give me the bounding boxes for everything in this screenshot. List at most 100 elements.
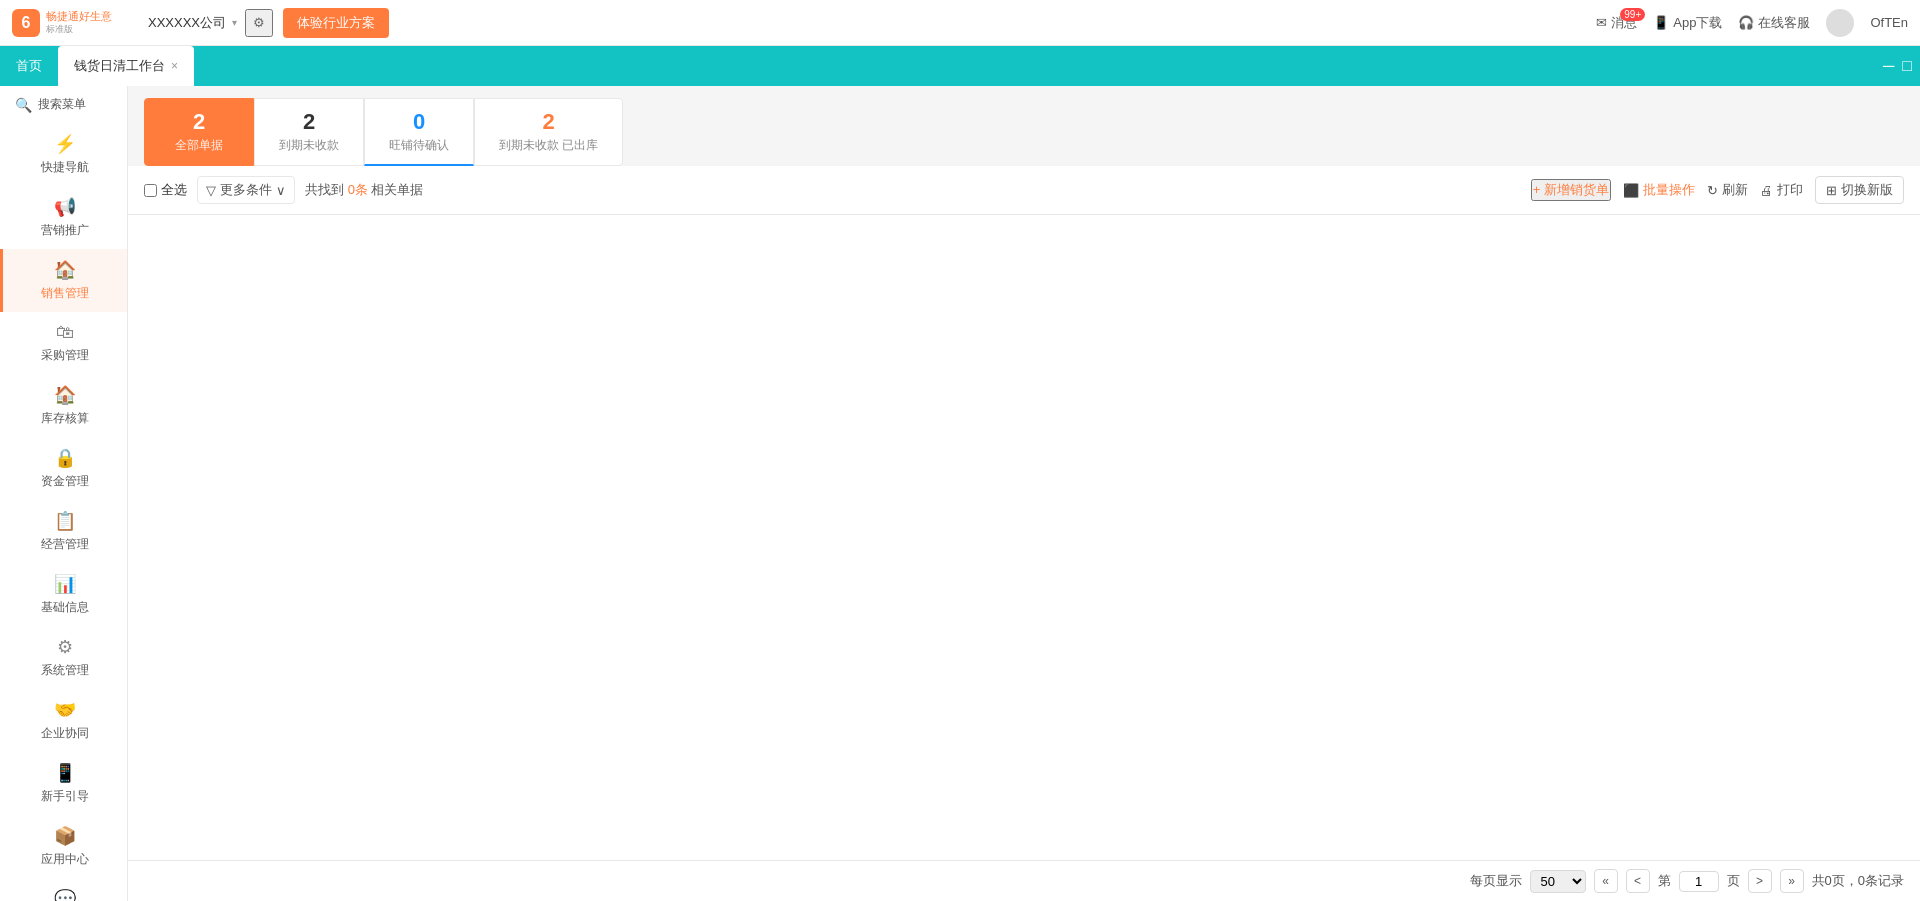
company-selector[interactable]: XXXXXX公司 ▾ bbox=[148, 14, 237, 32]
sidebar-item-sales-label: 销售管理 bbox=[41, 285, 89, 302]
total-label: 共0页，0条记录 bbox=[1812, 872, 1904, 890]
app-center-icon: 📦 bbox=[54, 825, 76, 847]
table-area bbox=[128, 215, 1920, 860]
minimize-icon[interactable]: ─ bbox=[1883, 57, 1894, 75]
home-tab-label: 首页 bbox=[16, 57, 42, 75]
maximize-icon[interactable]: □ bbox=[1902, 57, 1912, 75]
print-button[interactable]: 🖨 打印 bbox=[1760, 181, 1803, 199]
sidebar-item-sales[interactable]: 🏠 销售管理 bbox=[0, 249, 127, 312]
found-count: 0条 bbox=[348, 182, 368, 197]
nav-tabs-right: ─ □ bbox=[1883, 57, 1920, 75]
sidebar-item-beginner-label: 新手引导 bbox=[41, 788, 89, 805]
stat-label-wangpu: 旺铺待确认 bbox=[389, 137, 449, 154]
sales-icon: 🏠 bbox=[54, 259, 76, 281]
beginner-icon: 📱 bbox=[54, 762, 76, 784]
sidebar-item-inventory-label: 库存核算 bbox=[41, 410, 89, 427]
main-layout: 🔍 搜索菜单 ⚡ 快捷导航 📢 营销推广 🏠 销售管理 🛍 采购管理 🏠 库存核… bbox=[0, 86, 1920, 901]
sidebar-search[interactable]: 🔍 搜索菜单 bbox=[0, 86, 127, 123]
avatar[interactable] bbox=[1826, 9, 1854, 37]
batch-operation-button[interactable]: ⬛ 批量操作 bbox=[1623, 181, 1695, 199]
online-service-button[interactable]: 🎧 在线客服 bbox=[1738, 14, 1810, 32]
switch-version-button[interactable]: ⊞ 切换新版 bbox=[1815, 176, 1904, 204]
sidebar-item-system[interactable]: ⚙ 系统管理 bbox=[0, 626, 127, 689]
logo-icon: 6 bbox=[12, 9, 40, 37]
found-suffix: 相关单据 bbox=[371, 182, 423, 197]
print-label: 打印 bbox=[1777, 181, 1803, 199]
sidebar-item-beginner[interactable]: 📱 新手引导 bbox=[0, 752, 127, 815]
tab-daily-work[interactable]: 钱货日清工作台 × bbox=[58, 46, 194, 86]
system-icon: ⚙ bbox=[57, 636, 73, 658]
stat-num-overdue: 2 bbox=[279, 109, 339, 135]
chevron-down-icon: ▾ bbox=[232, 17, 237, 28]
tab-home[interactable]: 首页 bbox=[0, 46, 58, 86]
logo-text-area: 畅捷通好生意 标准版 bbox=[46, 9, 112, 36]
filter-chevron: ∨ bbox=[276, 183, 286, 198]
header-right: ✉ 消息 99+ 📱 App下载 🎧 在线客服 OfTEn bbox=[1596, 9, 1908, 37]
marketing-icon: 📢 bbox=[54, 196, 76, 218]
stat-tab-wangpu[interactable]: 0 旺铺待确认 bbox=[364, 98, 474, 166]
found-prefix: 共找到 bbox=[305, 182, 344, 197]
last-page-button[interactable]: » bbox=[1780, 869, 1804, 893]
batch-icon: ⬛ bbox=[1623, 183, 1639, 198]
gear-icon: ⚙ bbox=[253, 15, 265, 30]
first-page-button[interactable]: « bbox=[1594, 869, 1618, 893]
app-download-button[interactable]: 📱 App下载 bbox=[1653, 14, 1722, 32]
stat-label-all: 全部单据 bbox=[169, 137, 229, 154]
sidebar-item-marketing-label: 营销推广 bbox=[41, 222, 89, 239]
add-sale-button[interactable]: + 新增销货单 bbox=[1531, 179, 1611, 201]
inventory-icon: 🏠 bbox=[54, 384, 76, 406]
sidebar-item-purchase[interactable]: 🛍 采购管理 bbox=[0, 312, 127, 374]
filter-button[interactable]: ▽ 更多条件 ∨ bbox=[197, 176, 295, 204]
sidebar-item-operations[interactable]: 📋 经营管理 bbox=[0, 500, 127, 563]
stat-tab-all[interactable]: 2 全部单据 bbox=[144, 98, 254, 166]
trial-button[interactable]: 体验行业方案 bbox=[283, 8, 389, 38]
sidebar-item-quick-nav[interactable]: ⚡ 快捷导航 bbox=[0, 123, 127, 186]
sidebar-item-quick-nav-label: 快捷导航 bbox=[41, 159, 89, 176]
close-tab-icon[interactable]: × bbox=[171, 59, 178, 73]
toolbar-right: + 新增销货单 ⬛ 批量操作 ↻ 刷新 🖨 打印 ⊞ 切换新版 bbox=[1531, 176, 1904, 204]
sidebar-item-finance[interactable]: 🔒 资金管理 bbox=[0, 437, 127, 500]
select-all-input[interactable] bbox=[144, 184, 157, 197]
next-page-button[interactable]: > bbox=[1748, 869, 1772, 893]
operations-icon: 📋 bbox=[54, 510, 76, 532]
page-suffix: 页 bbox=[1727, 872, 1740, 890]
page-number-input[interactable] bbox=[1679, 871, 1719, 892]
content-area: 2 全部单据 2 到期未收款 0 旺铺待确认 2 到期未收款 已出库 全选 bbox=[128, 86, 1920, 901]
prev-page-button[interactable]: < bbox=[1626, 869, 1650, 893]
stat-tab-overdue-unshipped[interactable]: 2 到期未收款 已出库 bbox=[474, 98, 623, 166]
refresh-label: 刷新 bbox=[1722, 181, 1748, 199]
sidebar-item-enterprise-coop[interactable]: 🤝 企业协同 bbox=[0, 689, 127, 752]
stat-num-wangpu: 0 bbox=[389, 109, 449, 135]
nav-tabs-bar: 首页 钱货日清工作台 × ─ □ bbox=[0, 46, 1920, 86]
select-all-checkbox[interactable]: 全选 bbox=[144, 181, 187, 199]
stat-tab-overdue[interactable]: 2 到期未收款 bbox=[254, 98, 364, 166]
logo-tag: 标准版 bbox=[46, 23, 112, 36]
sidebar-item-system-label: 系统管理 bbox=[41, 662, 89, 679]
sidebar-item-basic-info[interactable]: 📊 基础信息 bbox=[0, 563, 127, 626]
top-header: 6 畅捷通好生意 标准版 XXXXXX公司 ▾ ⚙ 体验行业方案 ✉ 消息 99… bbox=[0, 0, 1920, 46]
stat-label-overdue-unshipped: 到期未收款 已出库 bbox=[499, 137, 598, 154]
refresh-icon: ↻ bbox=[1707, 183, 1718, 198]
found-text: 共找到 0条 相关单据 bbox=[305, 181, 423, 199]
sidebar-item-marketing[interactable]: 📢 营销推广 bbox=[0, 186, 127, 249]
stats-tabs: 2 全部单据 2 到期未收款 0 旺铺待确认 2 到期未收款 已出库 bbox=[128, 86, 1920, 166]
stat-label-overdue: 到期未收款 bbox=[279, 137, 339, 154]
stat-num-overdue-unshipped: 2 bbox=[499, 109, 598, 135]
message-icon: ✉ bbox=[1596, 15, 1607, 30]
page-label: 第 bbox=[1658, 872, 1671, 890]
username-area[interactable]: OfTEn bbox=[1870, 15, 1908, 30]
sidebar-item-enterprise-coop-label: 企业协同 bbox=[41, 725, 89, 742]
sidebar-item-inventory[interactable]: 🏠 库存核算 bbox=[0, 374, 127, 437]
switch-label: 切换新版 bbox=[1841, 181, 1893, 199]
toolbar-left: 全选 ▽ 更多条件 ∨ 共找到 0条 相关单据 bbox=[144, 176, 423, 204]
sidebar-item-operations-label: 经营管理 bbox=[41, 536, 89, 553]
messages-button[interactable]: ✉ 消息 99+ bbox=[1596, 14, 1637, 32]
enterprise-wechat-icon: 💬 bbox=[54, 888, 76, 901]
pagination-bar: 每页显示 50 100 200 « < 第 页 > » 共0页，0条记录 bbox=[128, 860, 1920, 901]
per-page-select[interactable]: 50 100 200 bbox=[1530, 870, 1586, 893]
sidebar-item-app-center[interactable]: 📦 应用中心 bbox=[0, 815, 127, 878]
search-icon: 🔍 bbox=[15, 97, 32, 113]
refresh-button[interactable]: ↻ 刷新 bbox=[1707, 181, 1748, 199]
settings-button[interactable]: ⚙ bbox=[245, 9, 273, 37]
sidebar-item-enterprise-wechat[interactable]: 💬 企业微信 bbox=[0, 878, 127, 901]
